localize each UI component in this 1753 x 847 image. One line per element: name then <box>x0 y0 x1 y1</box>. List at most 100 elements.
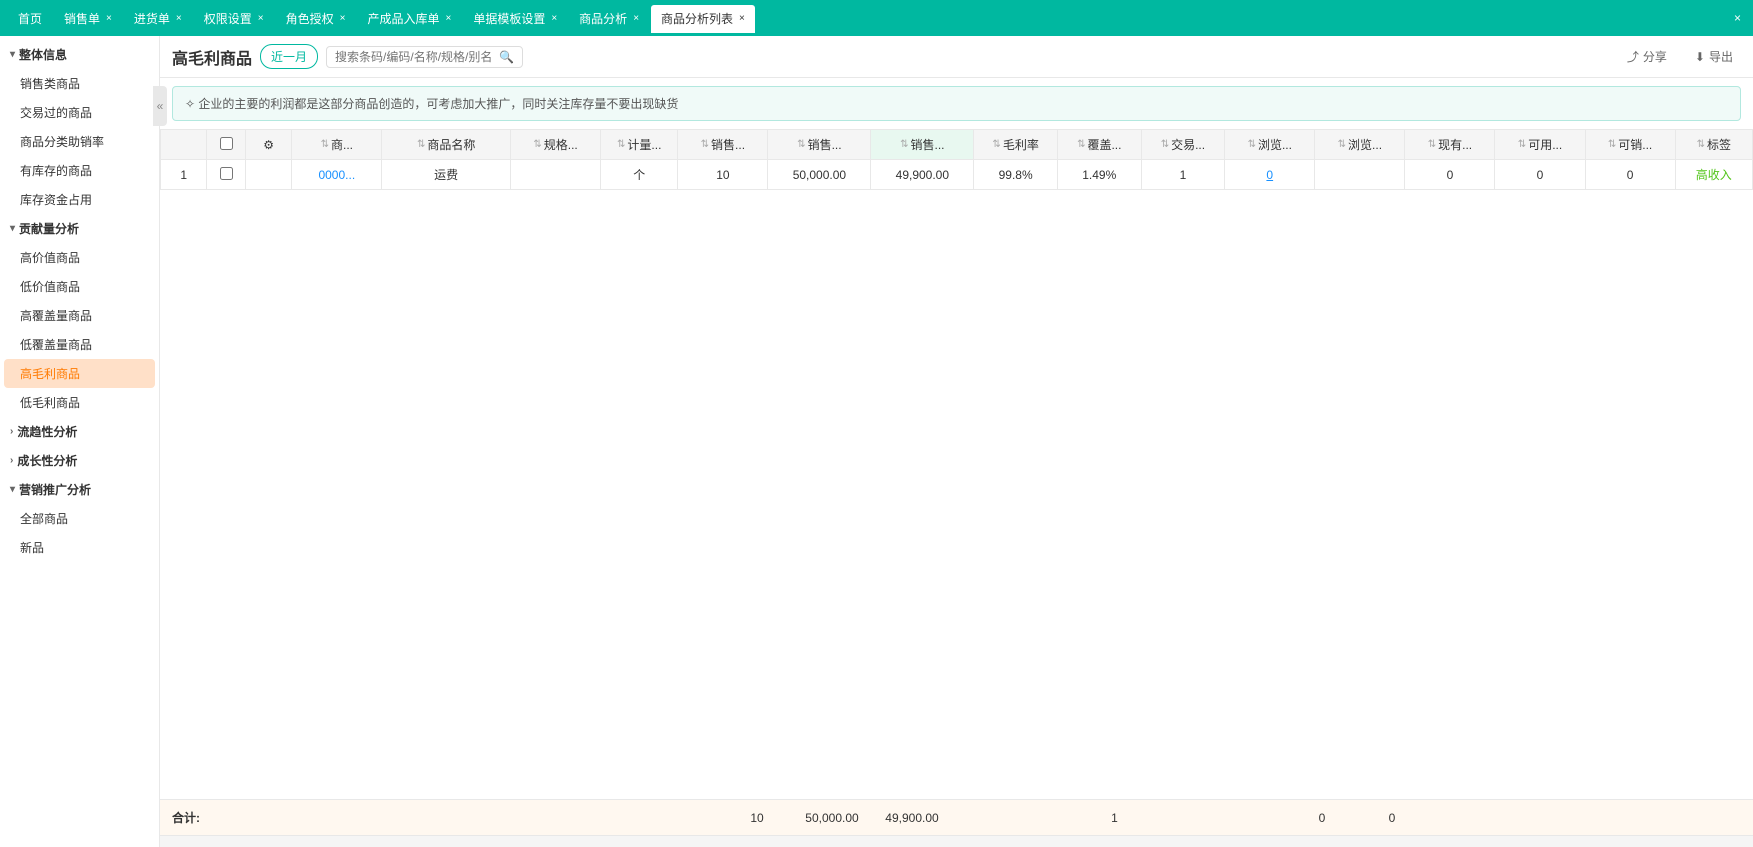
footer-gear-cell <box>386 811 422 825</box>
sidebar-group-overall[interactable]: ▾ 整体信息 <box>0 40 159 69</box>
footer-unit-cell <box>662 811 722 825</box>
close-sales-order[interactable]: × <box>106 13 112 24</box>
row-checkbox[interactable] <box>207 160 246 190</box>
col-coverage-header[interactable]: ⇅ 覆盖... <box>1057 130 1141 160</box>
col-checkbox-header[interactable] <box>207 130 246 160</box>
sidebar-collapse-button[interactable]: « <box>153 86 167 126</box>
footer-total-row: 合计: 10 50,000.00 49,900.00 <box>160 799 1753 835</box>
sort-icon: ⇅ <box>701 139 709 150</box>
sidebar-item-high-margin[interactable]: 高毛利商品 <box>4 359 155 388</box>
row-spec <box>511 160 601 190</box>
col-trade-header[interactable]: ⇅ 交易... <box>1141 130 1225 160</box>
row-sku[interactable]: 0000... <box>292 160 382 190</box>
sort-icon: ⇅ <box>1338 139 1346 150</box>
col-index-header <box>161 130 207 160</box>
sidebar-item-low-value[interactable]: 低价值商品 <box>0 272 159 301</box>
nav-product-analysis-list[interactable]: 商品分析列表 × <box>651 5 755 33</box>
col-tag-header[interactable]: ⇅ 标签 <box>1675 130 1752 160</box>
row-tag: 高收入 <box>1675 160 1752 190</box>
nav-product-analysis[interactable]: 商品分析 × <box>569 4 649 32</box>
nav-home[interactable]: 首页 <box>8 4 52 32</box>
sidebar-item-high-coverage[interactable]: 高覆盖量商品 <box>0 301 159 330</box>
col-spec-header[interactable]: ⇅ 规格... <box>511 130 601 160</box>
close-purchase-order[interactable]: × <box>176 13 182 24</box>
content-area: 高毛利商品 近一月 🔍 ⤴ 分享 ⬇ 导出 ✧ 企业的主要的利润都是这部分商品创… <box>160 36 1753 847</box>
close-roles[interactable]: × <box>340 13 346 24</box>
footer-trade-cell: 1 <box>1082 811 1147 825</box>
sidebar-item-instock-goods[interactable]: 有库存的商品 <box>0 156 159 185</box>
search-icon[interactable]: 🔍 <box>499 50 514 64</box>
sort-icon: ⇅ <box>1077 139 1085 150</box>
sidebar-item-traded-goods[interactable]: 交易过的商品 <box>0 98 159 127</box>
row-trade: 1 <box>1141 160 1225 190</box>
sidebar-group-marketing[interactable]: ▾ 营销推广分析 <box>0 475 159 504</box>
row-sales3: 49,900.00 <box>871 160 974 190</box>
sort-icon: ⇅ <box>1428 139 1436 150</box>
select-all-checkbox[interactable] <box>220 137 233 150</box>
col-gear-header[interactable]: ⚙ <box>245 130 291 160</box>
col-stock2-header[interactable]: ⇅ 可用... <box>1495 130 1585 160</box>
row-coverage: 1.49% <box>1057 160 1141 190</box>
sidebar-item-sales-goods[interactable]: 销售类商品 <box>0 69 159 98</box>
close-permissions[interactable]: × <box>258 13 264 24</box>
sort-icon: ⇅ <box>992 139 1000 150</box>
col-sales2-header[interactable]: ⇅ 销售... <box>768 130 871 160</box>
col-stock1-header[interactable]: ⇅ 现有... <box>1405 130 1495 160</box>
nav-template-settings[interactable]: 单据模板设置 × <box>463 4 567 32</box>
sort-icon: ⇅ <box>1161 139 1169 150</box>
footer-cells: 10 50,000.00 49,900.00 1 0 0 <box>320 811 1753 825</box>
nav-sales-order[interactable]: 销售单 × <box>54 4 122 32</box>
sidebar-item-low-coverage[interactable]: 低覆盖量商品 <box>0 330 159 359</box>
footer-browse2-cell <box>1217 811 1287 825</box>
export-button[interactable]: ⬇ 导出 <box>1687 45 1741 68</box>
sidebar-item-low-margin[interactable]: 低毛利商品 <box>0 388 159 417</box>
data-table-container[interactable]: ⚙ ⇅ 商... ⇅ 商品名称 <box>160 129 1753 799</box>
share-button[interactable]: ⤴ 分享 <box>1619 45 1675 68</box>
sidebar-item-category-rate[interactable]: 商品分类助销率 <box>0 127 159 156</box>
col-browse1-header[interactable]: ⇅ 浏览... <box>1225 130 1315 160</box>
col-sku-header[interactable]: ⇅ 商... <box>292 130 382 160</box>
nav-roles[interactable]: 角色授权 × <box>276 4 356 32</box>
sidebar-item-stock-capital[interactable]: 库存资金占用 <box>0 185 159 214</box>
nav-purchase-order[interactable]: 进货单 × <box>124 4 192 32</box>
col-sales1-header[interactable]: ⇅ 销售... <box>678 130 768 160</box>
info-banner: ✧ 企业的主要的利润都是这部分商品创造的，可考虑加大推广，同时关注库存量不要出现… <box>172 86 1741 121</box>
close-template-settings[interactable]: × <box>551 13 557 24</box>
row-sales1: 10 <box>678 160 768 190</box>
horizontal-scrollbar[interactable] <box>160 835 1753 847</box>
close-product-analysis-list[interactable]: × <box>739 13 745 24</box>
col-name-header[interactable]: ⇅ 商品名称 <box>382 130 511 160</box>
close-product-instock[interactable]: × <box>445 13 451 24</box>
sidebar-item-new-goods[interactable]: 新品 <box>0 533 159 562</box>
table-header: ⚙ ⇅ 商... ⇅ 商品名称 <box>161 130 1753 160</box>
row-browse1[interactable]: 0 <box>1225 160 1315 190</box>
sort-icon: ⇅ <box>797 139 805 150</box>
sidebar-group-trend[interactable]: › 流趋性分析 <box>0 417 159 446</box>
nav-permissions[interactable]: 权限设置 × <box>194 4 274 32</box>
sort-icon: ⇅ <box>533 139 541 150</box>
sidebar-item-all-goods[interactable]: 全部商品 <box>0 504 159 533</box>
sort-icon: ⇅ <box>1608 139 1616 150</box>
sidebar-group-growth[interactable]: › 成长性分析 <box>0 446 159 475</box>
sidebar-group-contribution[interactable]: ▾ 贡献量分析 <box>0 214 159 243</box>
arrow-marketing: ▾ <box>10 484 15 495</box>
col-margin-header[interactable]: ⇅ 毛利率 <box>974 130 1058 160</box>
row-select-checkbox[interactable] <box>220 167 233 180</box>
search-input[interactable] <box>335 50 495 64</box>
nav-product-instock[interactable]: 产成品入库单 × <box>357 4 461 32</box>
window-close-icon[interactable]: × <box>1734 11 1741 25</box>
gear-icon[interactable]: ⚙ <box>263 138 274 152</box>
col-browse2-header[interactable]: ⇅ 浏览... <box>1315 130 1405 160</box>
arrow-overall: ▾ <box>10 49 15 60</box>
share-icon: ⤴ <box>1627 48 1639 65</box>
sidebar-item-high-value[interactable]: 高价值商品 <box>0 243 159 272</box>
footer-tag-cell <box>1497 811 1557 825</box>
sort-icon: ⇅ <box>1248 139 1256 150</box>
col-stock3-header[interactable]: ⇅ 可销... <box>1585 130 1675 160</box>
col-sales3-header[interactable]: ⇅ 销售... <box>871 130 974 160</box>
close-product-analysis[interactable]: × <box>633 13 639 24</box>
col-unit-header[interactable]: ⇅ 计量... <box>601 130 678 160</box>
sort-icon: ⇅ <box>321 139 329 150</box>
footer-sales2-cell: 50,000.00 <box>792 811 872 825</box>
filter-period-button[interactable]: 近一月 <box>260 44 318 69</box>
